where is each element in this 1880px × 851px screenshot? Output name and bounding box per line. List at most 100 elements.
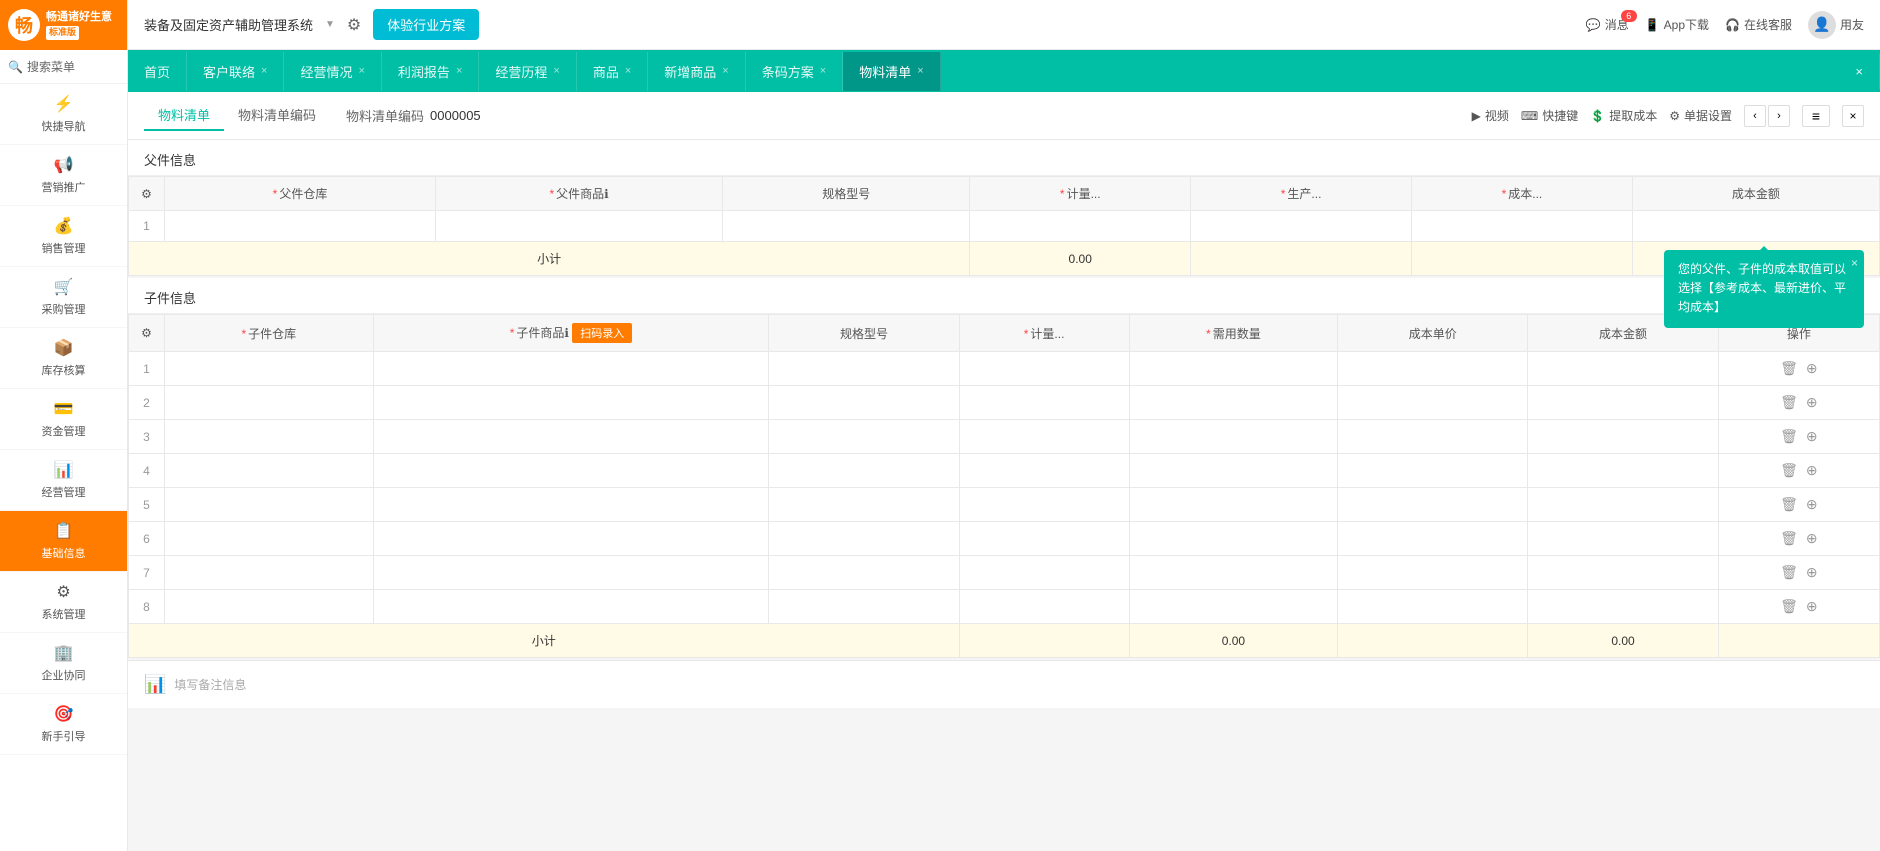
tab-add-goods[interactable]: 新增商品 × [648,52,745,91]
child-row-1-qty[interactable] [1129,352,1338,386]
child-row-1-unit[interactable] [959,352,1129,386]
sidebar-item-operations[interactable]: 📊 经营管理 [0,450,127,511]
delete-icon[interactable]: 🗑 [1780,428,1798,445]
search-menu[interactable]: 🔍 搜索菜单 [0,50,127,84]
child-row-4-action: 🗑⊕ [1718,454,1879,488]
parent-subtotal-unit: 0.00 [970,242,1191,276]
child-row-1-warehouse[interactable] [165,352,374,386]
tab-home[interactable]: 首页 [128,52,187,91]
video-action[interactable]: ▶ 视频 [1472,107,1509,124]
child-row-1-spec[interactable] [769,352,959,386]
copy-icon[interactable]: ⊕ [1806,496,1818,513]
trial-button[interactable]: 体验行业方案 [373,9,479,40]
child-row-1-goods[interactable] [373,352,769,386]
sidebar-item-inventory[interactable]: 📦 库存核算 [0,328,127,389]
extract-cost-action[interactable]: 💲 提取成本 [1590,107,1657,124]
parent-cost-cell[interactable] [1412,211,1633,242]
doc-code: 物料清单编码 0000005 [346,106,481,125]
breadcrumb-tab-bom-code[interactable]: 物料清单编码 [224,100,330,131]
delete-icon[interactable]: 🗑 [1780,598,1798,615]
tab-customer-close[interactable]: × [261,65,267,77]
copy-icon[interactable]: ⊕ [1806,394,1818,411]
basic-info-icon: 📋 [54,521,74,541]
sidebar-item-quick-nav[interactable]: ⚡ 快捷导航 [0,84,127,145]
user-action[interactable]: 👤 用友 [1808,11,1864,39]
parent-spec-cell[interactable] [723,211,970,242]
shortcut-icon: ⌨ [1521,109,1538,123]
parent-unit-cell[interactable] [970,211,1191,242]
copy-icon[interactable]: ⊕ [1806,530,1818,547]
copy-icon[interactable]: ⊕ [1806,428,1818,445]
delete-icon[interactable]: 🗑 [1780,564,1798,581]
single-settings-icon: ⚙ [1669,109,1680,123]
sidebar-item-purchase[interactable]: 🛒 采购管理 [0,267,127,328]
tab-ops-status-close[interactable]: × [358,65,364,77]
tab-barcode[interactable]: 条码方案 × [746,52,843,91]
tab-bom-close[interactable]: × [917,65,923,77]
child-row-1-cost-amount[interactable] [1528,352,1718,386]
tab-goods-close[interactable]: × [625,65,631,77]
sidebar-item-sales[interactable]: 💰 销售管理 [0,206,127,267]
delete-icon[interactable]: 🗑 [1780,394,1798,411]
parent-goods-cell[interactable] [435,211,722,242]
copy-icon[interactable]: ⊕ [1806,598,1818,615]
tab-goods[interactable]: 商品 × [577,52,648,91]
tab-ops-status[interactable]: 经营情况 × [284,52,381,91]
delete-icon[interactable]: 🗑 [1780,530,1798,547]
message-action[interactable]: 💬 消息 6 [1586,16,1629,33]
sidebar-item-basic-info[interactable]: 📋 基础信息 [0,511,127,572]
app-download-action[interactable]: 📱 App下载 [1645,16,1709,33]
close-page-btn[interactable]: × [1842,105,1864,127]
parent-production-cell[interactable] [1191,211,1412,242]
settings-icon[interactable]: ⚙ [347,15,361,35]
child-row-8-action: 🗑⊕ [1718,590,1879,624]
system-icon: ⚙ [56,582,70,602]
th-child-cost-price: 成本单价 [1338,315,1528,352]
prev-btn[interactable]: ‹ [1744,105,1766,127]
breadcrumb-tab-bom-list[interactable]: 物料清单 [144,100,224,131]
shortcut-action[interactable]: ⌨ 快捷键 [1521,107,1578,124]
sidebar-item-corp[interactable]: 🏢 企业协同 [0,633,127,694]
child-row-1-cost-price[interactable] [1338,352,1528,386]
next-btn[interactable]: › [1768,105,1790,127]
tab-customer[interactable]: 客户联络 × [187,52,284,91]
tab-barcode-close[interactable]: × [820,65,826,77]
tab-profit-close[interactable]: × [456,65,462,77]
brand-icon: 畅 [8,9,40,41]
parent-subtotal-empty2 [1412,242,1633,276]
tab-add-goods-close[interactable]: × [722,65,728,77]
top-header: 装备及固定资产辅助管理系统 ▼ ⚙ 体验行业方案 💬 消息 6 📱 App下载 … [128,0,1880,50]
sidebar-item-system[interactable]: ⚙ 系统管理 [0,572,127,633]
th-parent-goods: *父件商品ℹ [435,177,722,211]
menu-toggle-btn[interactable]: ≡ [1802,105,1830,127]
tab-bom[interactable]: 物料清单 × [843,52,940,91]
tooltip-close-btn[interactable]: × [1851,254,1858,273]
delete-icon[interactable]: 🗑 [1780,462,1798,479]
parent-cost-amount-cell[interactable] [1632,211,1879,242]
child-row-2-num: 2 [129,386,165,420]
parent-warehouse-cell[interactable] [165,211,436,242]
child-subtotal-label: 小计 [129,624,960,658]
delete-icon[interactable]: 🗑 [1780,360,1798,377]
tab-close-all[interactable]: × [1839,54,1880,89]
search-icon: 🔍 [8,60,23,74]
sidebar-item-guide[interactable]: 🎯 新手引导 [0,694,127,755]
scan-input-btn[interactable]: 扫码录入 [572,323,632,343]
tab-profit[interactable]: 利润报告 × [382,52,479,91]
parent-table-header: ⚙ *父件仓库 *父件商品ℹ 规格型号 *计量... *生产... [129,177,1880,211]
single-settings-action[interactable]: ⚙ 单据设置 [1669,107,1732,124]
child-row-6-action: 🗑⊕ [1718,522,1879,556]
tab-ops-history-close[interactable]: × [553,65,559,77]
tab-ops-history[interactable]: 经营历程 × [479,52,576,91]
sidebar-item-marketing[interactable]: 📢 营销推广 [0,145,127,206]
copy-icon[interactable]: ⊕ [1806,360,1818,377]
th-parent-gear[interactable]: ⚙ [129,177,165,211]
copy-icon[interactable]: ⊕ [1806,564,1818,581]
th-child-gear[interactable]: ⚙ [129,315,165,352]
delete-icon[interactable]: 🗑 [1780,496,1798,513]
copy-icon[interactable]: ⊕ [1806,462,1818,479]
parent-subtotal-empty1 [1191,242,1412,276]
sidebar-item-finance[interactable]: 💳 资金管理 [0,389,127,450]
dropdown-arrow-icon[interactable]: ▼ [325,19,335,30]
online-service-action[interactable]: 🎧 在线客服 [1725,16,1792,33]
